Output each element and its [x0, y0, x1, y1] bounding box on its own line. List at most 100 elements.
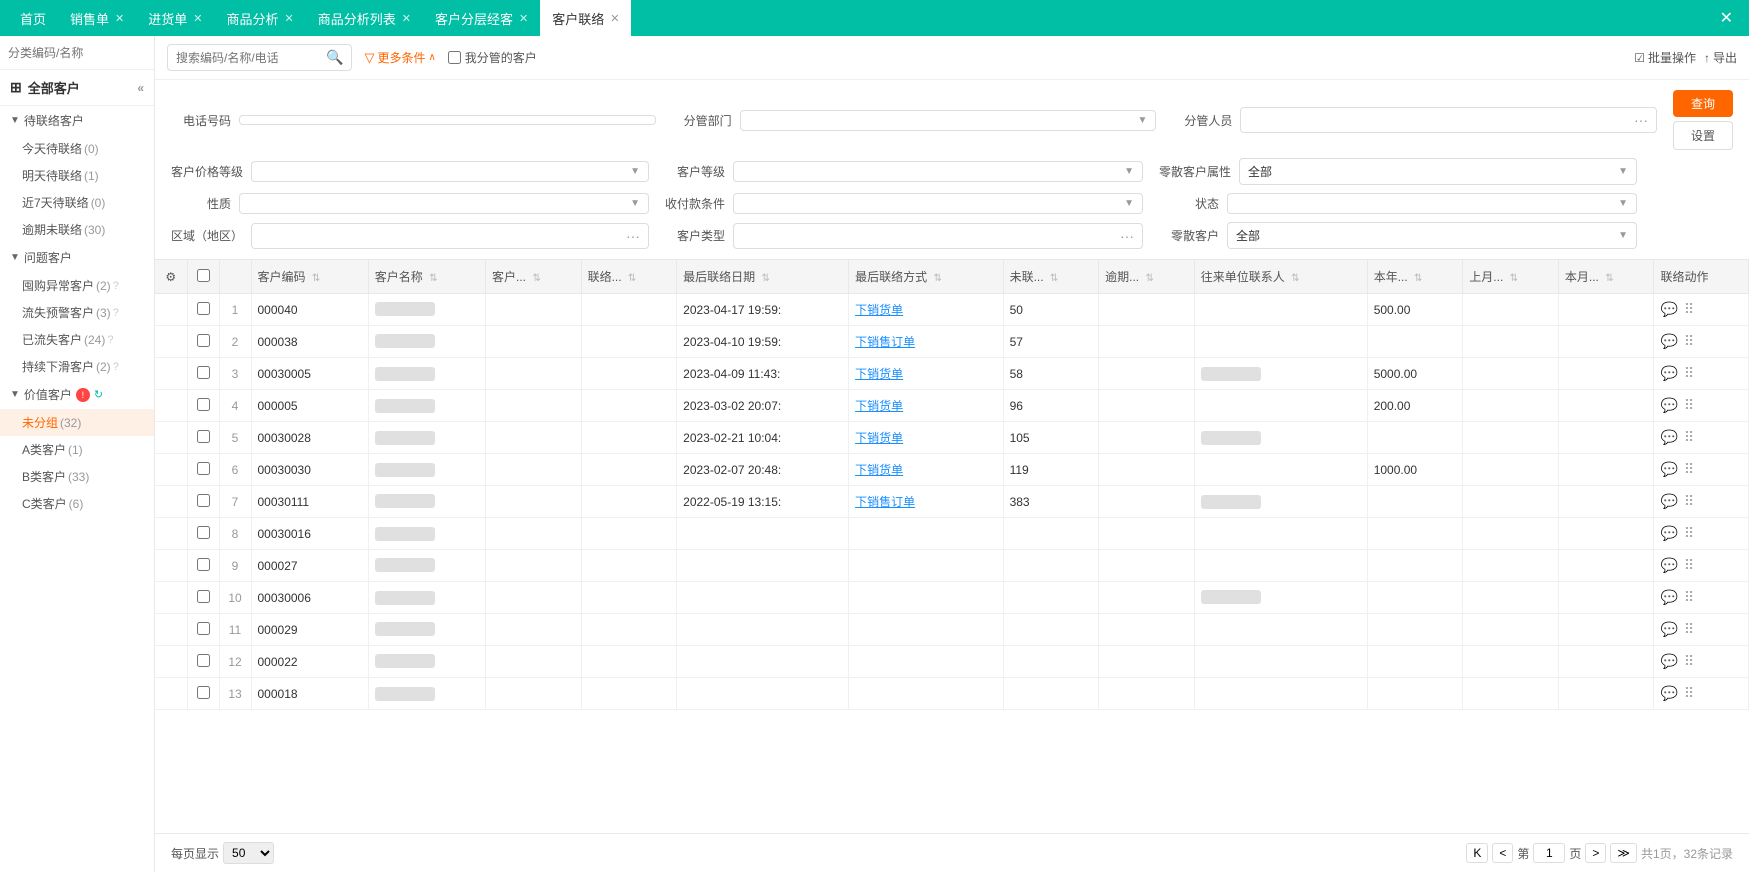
- row-checkbox-2[interactable]: [197, 334, 210, 347]
- col-last-method[interactable]: 最后联络方式 ⇅: [849, 260, 1003, 294]
- action-chat-icon-2[interactable]: 💬: [1660, 333, 1677, 350]
- reset-button[interactable]: 设置: [1673, 121, 1733, 150]
- action-more-icon-8[interactable]: ⠿: [1684, 525, 1694, 542]
- row-checkbox-8[interactable]: [197, 526, 210, 539]
- last-method-link[interactable]: 下销货单: [855, 303, 903, 317]
- row-checkbox-7[interactable]: [197, 494, 210, 507]
- row-checkbox-11[interactable]: [197, 622, 210, 635]
- sidebar-item-abnormal[interactable]: 囤购异常客户 (2) ?: [0, 272, 154, 299]
- action-chat-icon-8[interactable]: 💬: [1660, 525, 1677, 542]
- sidebar-item-typeB[interactable]: B类客户 (33): [0, 463, 154, 490]
- col-level[interactable]: 客户... ⇅: [486, 260, 582, 294]
- sidebar-item-declining[interactable]: 持续下滑客户 (2) ?: [0, 353, 154, 380]
- cell-check-6[interactable]: [187, 454, 219, 486]
- row-checkbox-12[interactable]: [197, 654, 210, 667]
- row-checkbox-6[interactable]: [197, 462, 210, 475]
- filter-status-select[interactable]: ▼: [1227, 193, 1637, 214]
- first-page-button[interactable]: K: [1466, 843, 1488, 863]
- close-productanalysislist-icon[interactable]: ✕: [402, 12, 411, 25]
- cell-check-5[interactable]: [187, 422, 219, 454]
- cell-check-8[interactable]: [187, 518, 219, 550]
- filter-nature-select[interactable]: ▼: [239, 193, 649, 214]
- action-chat-icon-4[interactable]: 💬: [1660, 397, 1677, 414]
- main-search-input[interactable]: [176, 51, 326, 65]
- sidebar-item-ungroup[interactable]: 未分组 (32): [0, 409, 154, 436]
- cell-check-2[interactable]: [187, 326, 219, 358]
- cell-check-7[interactable]: [187, 486, 219, 518]
- action-more-icon-7[interactable]: ⠿: [1684, 493, 1694, 510]
- action-more-icon-1[interactable]: ⠿: [1684, 301, 1694, 318]
- cell-check-12[interactable]: [187, 646, 219, 678]
- col-settings[interactable]: ⚙: [155, 260, 187, 294]
- filter-customerlevel-select[interactable]: ▼: [733, 161, 1143, 182]
- action-chat-icon-10[interactable]: 💬: [1660, 589, 1677, 606]
- action-more-icon-12[interactable]: ⠿: [1684, 653, 1694, 670]
- action-more-icon-5[interactable]: ⠿: [1684, 429, 1694, 446]
- filter-payment-select[interactable]: ▼: [733, 193, 1143, 214]
- sidebar-all-customers[interactable]: ⊞ 全部客户 «: [0, 70, 154, 106]
- more-conditions-button[interactable]: ▽ 更多条件 ∧: [364, 49, 435, 66]
- filter-dept-select[interactable]: ▼: [740, 110, 1157, 131]
- filter-sparseattr-select[interactable]: 全部 ▼: [1239, 158, 1637, 185]
- sidebar-item-typeA[interactable]: A类客户 (1): [0, 436, 154, 463]
- filter-phone-input[interactable]: [239, 115, 656, 125]
- col-this-month[interactable]: 本月... ⇅: [1558, 260, 1654, 294]
- my-customers-checkbox[interactable]: [448, 51, 461, 64]
- filter-region-select[interactable]: ···: [251, 223, 649, 249]
- col-not-contact[interactable]: 未联... ⇅: [1003, 260, 1099, 294]
- action-chat-icon-7[interactable]: 💬: [1660, 493, 1677, 510]
- action-more-icon-6[interactable]: ⠿: [1684, 461, 1694, 478]
- sidebar-search-input[interactable]: [8, 46, 155, 60]
- sidebar-item-overdue[interactable]: 逾期未联络 (30): [0, 216, 154, 243]
- row-checkbox-13[interactable]: [197, 686, 210, 699]
- collapse-sidebar-icon[interactable]: «: [137, 81, 144, 95]
- action-chat-icon-6[interactable]: 💬: [1660, 461, 1677, 478]
- sidebar-section-problem[interactable]: ▼ 问题客户: [0, 243, 154, 272]
- my-customers-filter[interactable]: 我分管的客户: [448, 49, 537, 66]
- prev-page-button[interactable]: <: [1492, 843, 1513, 863]
- col-name[interactable]: 客户名称 ⇅: [368, 260, 485, 294]
- last-method-link[interactable]: 下销货单: [855, 367, 903, 381]
- check-all-checkbox[interactable]: [197, 269, 210, 282]
- action-more-icon-2[interactable]: ⠿: [1684, 333, 1694, 350]
- last-method-link[interactable]: 下销货单: [855, 431, 903, 445]
- action-chat-icon-12[interactable]: 💬: [1660, 653, 1677, 670]
- sidebar-item-7days[interactable]: 近7天待联络 (0): [0, 189, 154, 216]
- row-checkbox-10[interactable]: [197, 590, 210, 603]
- sidebar-item-lost[interactable]: 已流失客户 (24) ?: [0, 326, 154, 353]
- close-salesorder-icon[interactable]: ✕: [115, 12, 124, 25]
- query-button[interactable]: 查询: [1673, 90, 1733, 117]
- sidebar-item-today[interactable]: 今天待联络 (0): [0, 135, 154, 162]
- page-size-select[interactable]: 50 100 200: [223, 842, 274, 864]
- action-chat-icon-11[interactable]: 💬: [1660, 621, 1677, 638]
- nav-home[interactable]: 首页: [8, 9, 58, 28]
- action-chat-icon-13[interactable]: 💬: [1660, 685, 1677, 702]
- cell-check-3[interactable]: [187, 358, 219, 390]
- next-page-button[interactable]: >: [1585, 843, 1606, 863]
- action-more-icon-9[interactable]: ⠿: [1684, 557, 1694, 574]
- col-overdue[interactable]: 逾期... ⇅: [1099, 260, 1195, 294]
- action-more-icon-3[interactable]: ⠿: [1684, 365, 1694, 382]
- filter-pricelevel-select[interactable]: ▼: [251, 161, 649, 182]
- cell-check-13[interactable]: [187, 678, 219, 710]
- tab-product-analysis[interactable]: 商品分析 ✕: [214, 0, 305, 36]
- last-method-link[interactable]: 下销售订单: [855, 335, 915, 349]
- col-code[interactable]: 客户编码 ⇅: [251, 260, 368, 294]
- last-method-link[interactable]: 下销货单: [855, 399, 903, 413]
- last-method-link[interactable]: 下销售订单: [855, 495, 915, 509]
- refresh-value-icon[interactable]: ↻: [94, 388, 103, 401]
- row-checkbox-1[interactable]: [197, 302, 210, 315]
- sidebar-section-value[interactable]: ▼ 价值客户 ! ↻: [0, 380, 154, 409]
- cell-check-11[interactable]: [187, 614, 219, 646]
- action-more-icon-10[interactable]: ⠿: [1684, 589, 1694, 606]
- col-last-date[interactable]: 最后联络日期 ⇅: [677, 260, 849, 294]
- last-method-link[interactable]: 下销货单: [855, 463, 903, 477]
- sidebar-item-tomorrow[interactable]: 明天待联络 (1): [0, 162, 154, 189]
- cell-check-9[interactable]: [187, 550, 219, 582]
- action-chat-icon-3[interactable]: 💬: [1660, 365, 1677, 382]
- col-last-month[interactable]: 上月... ⇅: [1463, 260, 1559, 294]
- col-check-all[interactable]: [187, 260, 219, 294]
- close-productanalysis-icon[interactable]: ✕: [285, 12, 294, 25]
- last-page-button[interactable]: ≫: [1610, 843, 1637, 863]
- close-purchaseorder-icon[interactable]: ✕: [193, 12, 202, 25]
